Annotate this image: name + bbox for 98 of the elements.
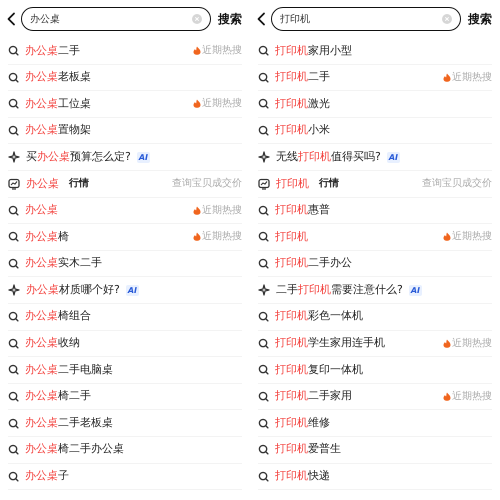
market-label: 行情 [69, 176, 89, 192]
suggestion-text[interactable]: 办公桌椅组合 [25, 308, 91, 325]
trending-label: 近期热搜 [452, 70, 492, 85]
suggestion-text[interactable]: 办公桌老板桌 [25, 69, 91, 86]
search-icon [258, 444, 269, 456]
trending-label: 近期热搜 [452, 390, 492, 404]
suggestion-text[interactable]: 打印机复印一体机 [275, 362, 363, 378]
search-icon [258, 311, 269, 322]
search-icon [258, 98, 269, 110]
suggestion-text[interactable]: 打印机二手 [275, 69, 330, 86]
suggestion-text[interactable]: 打印机彩色一体机 [275, 308, 363, 325]
suggestion-text[interactable]: 打印机爱普生 [275, 441, 341, 458]
flame-icon [193, 206, 201, 215]
search-icon [8, 45, 19, 56]
ai-badge: AI [408, 284, 422, 296]
suggestion-text[interactable]: 办公桌二手老板桌 [25, 414, 113, 432]
search-icon [8, 98, 19, 110]
suggestion-text[interactable]: 办公桌收纳 [25, 335, 80, 352]
flame-icon [193, 46, 201, 56]
market-label: 行情 [319, 176, 339, 192]
search-field[interactable]: 打印机 [271, 7, 461, 31]
suggestion-text[interactable]: 打印机惠普 [275, 202, 330, 219]
search-icon [258, 72, 269, 83]
sparkle-icon [8, 151, 20, 164]
chart-icon [8, 178, 20, 190]
search-field[interactable]: 办公桌 [21, 7, 211, 31]
suggestion-text[interactable]: 办公桌材质哪个好? [26, 282, 120, 298]
suggestion-text[interactable]: 打印机二手家用 [275, 388, 352, 405]
suggestion-text[interactable]: 办公桌 [26, 176, 59, 192]
search-icon [8, 231, 19, 242]
chart-icon [258, 178, 270, 190]
suggestion-text[interactable]: 打印机 [276, 176, 309, 192]
suggestion-text[interactable]: 办公桌置物架 [25, 122, 91, 139]
trending-label: 近期热搜 [452, 230, 492, 244]
suggestion-text[interactable]: 打印机快递 [275, 468, 330, 485]
flame-icon [193, 232, 201, 242]
ai-badge: AI [386, 152, 400, 163]
search-icon [258, 338, 269, 349]
flame-icon [443, 232, 451, 242]
search-icon [8, 444, 19, 456]
ai-badge: AI [136, 152, 150, 163]
suggestion-text[interactable]: 办公桌椅二手办公桌 [25, 441, 124, 458]
search-button[interactable]: 搜索 [216, 10, 244, 28]
sparkle-icon [8, 284, 20, 296]
sparkle-icon [258, 284, 270, 296]
search-icon [8, 204, 19, 216]
trending-label: 近期热搜 [202, 96, 242, 112]
search-icon [258, 470, 269, 482]
suggestion-text[interactable]: 打印机家用小型 [275, 42, 352, 60]
back-icon[interactable] [256, 12, 266, 26]
suggestion-text[interactable]: 打印机激光 [275, 96, 330, 112]
suggestion-text[interactable]: 办公桌 [25, 202, 58, 219]
ai-badge: AI [126, 284, 140, 296]
suggestion-text[interactable]: 办公桌二手 [25, 42, 80, 60]
suggestion-text[interactable]: 办公桌椅 [25, 228, 69, 246]
trending-label: 近期热搜 [452, 336, 492, 351]
suggestion-text[interactable]: 打印机二手办公 [275, 255, 352, 272]
suggestion-text[interactable]: 办公桌椅二手 [25, 388, 91, 405]
search-icon [258, 418, 269, 429]
flame-icon [443, 392, 451, 402]
sparkle-icon [258, 151, 270, 164]
search-icon [258, 364, 269, 376]
search-icon [8, 258, 19, 270]
price-hint: 查询宝贝成交价 [422, 176, 492, 192]
suggestion-text[interactable]: 无线打印机值得买吗? [276, 148, 381, 166]
search-icon [8, 311, 19, 322]
suggestion-text[interactable]: 打印机维修 [275, 414, 330, 432]
suggestion-text[interactable]: 办公桌子 [25, 468, 69, 485]
search-icon [8, 72, 19, 83]
back-icon[interactable] [6, 12, 16, 26]
flame-icon [193, 99, 201, 108]
search-icon [258, 45, 269, 56]
search-button[interactable]: 搜索 [466, 10, 494, 28]
suggestion-text[interactable]: 办公桌二手电脑桌 [25, 362, 113, 378]
search-icon [8, 418, 19, 429]
trending-label: 近期热搜 [202, 230, 242, 244]
search-icon [8, 125, 19, 136]
search-icon [258, 258, 269, 270]
suggestion-text[interactable]: 二手打印机需要注意什么? [276, 282, 403, 298]
search-icon [8, 364, 19, 376]
suggestion-text[interactable]: 办公桌工位桌 [25, 96, 91, 112]
suggestion-text[interactable]: 打印机小米 [275, 122, 330, 139]
search-icon [258, 391, 269, 402]
suggestion-text[interactable]: 办公桌实木二手 [25, 255, 102, 272]
trending-label: 近期热搜 [202, 44, 242, 58]
search-icon [8, 470, 19, 482]
suggestion-text[interactable]: 打印机 [275, 228, 308, 246]
search-icon [8, 391, 19, 402]
suggestion-text[interactable]: 买办公桌预算怎么定? [26, 148, 131, 166]
flame-icon [443, 338, 451, 348]
search-icon [258, 125, 269, 136]
flame-icon [443, 72, 451, 82]
search-icon [258, 231, 269, 242]
trending-label: 近期热搜 [202, 204, 242, 218]
suggestion-text[interactable]: 打印机学生家用连手机 [275, 335, 385, 352]
search-icon [258, 204, 269, 216]
price-hint: 查询宝贝成交价 [172, 176, 242, 192]
search-icon [8, 338, 19, 349]
